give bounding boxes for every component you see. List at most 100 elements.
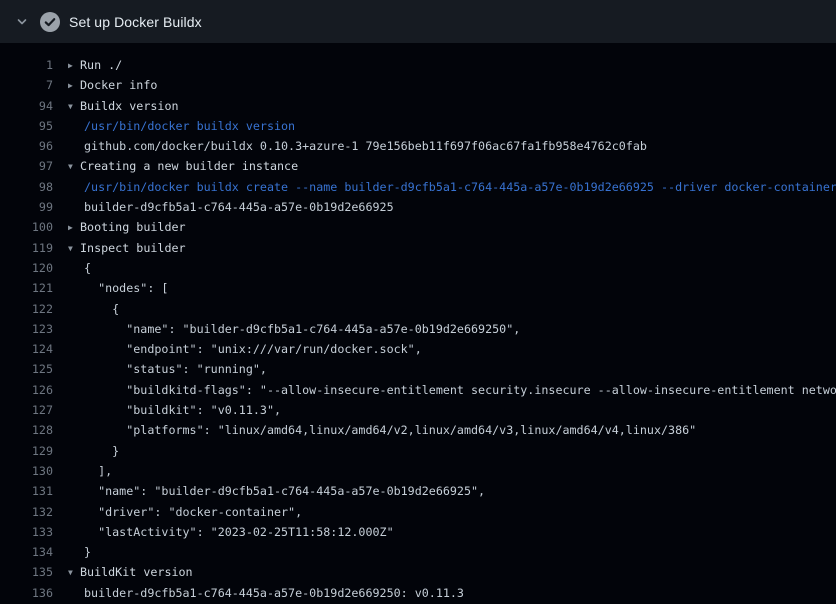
group-label: Buildx version [80, 99, 179, 113]
log-line: 124 "endpoint": "unix:///var/run/docker.… [0, 339, 836, 359]
output-text: "platforms": "linux/amd64,linux/amd64/v2… [68, 420, 696, 440]
log-group-toggle[interactable]: ▼Buildx version [68, 96, 179, 116]
line-number[interactable]: 130 [0, 461, 53, 481]
output-text: builder-d9cfb5a1-c764-445a-a57e-0b19d2e6… [68, 583, 464, 603]
triangle-down-icon: ▼ [68, 157, 80, 176]
log-line: 126 "buildkitd-flags": "--allow-insecure… [0, 380, 836, 400]
log-line: 128 "platforms": "linux/amd64,linux/amd6… [0, 420, 836, 440]
chevron-down-icon[interactable] [16, 16, 28, 28]
line-number[interactable]: 120 [0, 258, 53, 278]
output-text: "nodes": [ [68, 278, 168, 298]
group-label: Docker info [80, 78, 157, 92]
log-group-toggle[interactable]: ▶Booting builder [68, 217, 186, 237]
step-title: Set up Docker Buildx [69, 14, 202, 30]
log-group-toggle[interactable]: ▶Docker info [68, 75, 157, 95]
log-group-toggle[interactable]: ▼Inspect builder [68, 238, 186, 258]
output-text: "buildkitd-flags": "--allow-insecure-ent… [68, 380, 836, 400]
triangle-right-icon: ▶ [68, 218, 80, 237]
log-line: 1 ▶Run ./ [0, 55, 836, 75]
log-line: 97 ▼Creating a new builder instance [0, 156, 836, 176]
line-number[interactable]: 135 [0, 562, 53, 582]
log-line: 132 "driver": "docker-container", [0, 502, 836, 522]
log-line: 129 } [0, 441, 836, 461]
log-line: 96 github.com/docker/buildx 0.10.3+azure-… [0, 136, 836, 156]
line-number[interactable]: 95 [0, 116, 53, 136]
command-text: /usr/bin/docker buildx version [68, 116, 295, 136]
log-line: 127 "buildkit": "v0.11.3", [0, 400, 836, 420]
log-line: 121 "nodes": [ [0, 278, 836, 298]
command-text: /usr/bin/docker buildx create --name bui… [68, 177, 836, 197]
group-label: Booting builder [80, 220, 186, 234]
log-line: 7 ▶Docker info [0, 75, 836, 95]
output-text: builder-d9cfb5a1-c764-445a-a57e-0b19d2e6… [68, 197, 394, 217]
triangle-down-icon: ▼ [68, 239, 80, 258]
log-line: 131 "name": "builder-d9cfb5a1-c764-445a-… [0, 481, 836, 501]
log-line: 100 ▶Booting builder [0, 217, 836, 237]
log-group-toggle[interactable]: ▼BuildKit version [68, 562, 193, 582]
line-number[interactable]: 133 [0, 522, 53, 542]
log-line: 99 builder-d9cfb5a1-c764-445a-a57e-0b19d2… [0, 197, 836, 217]
line-number[interactable]: 99 [0, 197, 53, 217]
line-number[interactable]: 119 [0, 238, 53, 258]
output-text: "status": "running", [68, 359, 267, 379]
step-header[interactable]: Set up Docker Buildx [0, 0, 836, 43]
log-group-toggle[interactable]: ▼Creating a new builder instance [68, 156, 298, 176]
line-number[interactable]: 7 [0, 75, 53, 95]
output-text: "name": "builder-d9cfb5a1-c764-445a-a57e… [68, 481, 485, 501]
line-number[interactable]: 132 [0, 502, 53, 522]
line-number[interactable]: 128 [0, 420, 53, 440]
line-number[interactable]: 94 [0, 96, 53, 116]
log-line: 125 "status": "running", [0, 359, 836, 379]
log-line: 133 "lastActivity": "2023-02-25T11:58:12… [0, 522, 836, 542]
check-circle-icon [40, 12, 60, 32]
line-number[interactable]: 123 [0, 319, 53, 339]
log-line: 119 ▼Inspect builder [0, 238, 836, 258]
line-number[interactable]: 126 [0, 380, 53, 400]
line-number[interactable]: 129 [0, 441, 53, 461]
line-number[interactable]: 136 [0, 583, 53, 603]
output-text: github.com/docker/buildx 0.10.3+azure-1 … [68, 136, 647, 156]
triangle-down-icon: ▼ [68, 97, 80, 116]
log-line: 130 ], [0, 461, 836, 481]
group-label: Inspect builder [80, 241, 186, 255]
log-line: 94 ▼Buildx version [0, 96, 836, 116]
output-text: ], [68, 461, 112, 481]
output-text: { [68, 299, 119, 319]
line-number[interactable]: 97 [0, 156, 53, 176]
output-text: "buildkit": "v0.11.3", [68, 400, 281, 420]
triangle-down-icon: ▼ [68, 563, 80, 582]
line-number[interactable]: 98 [0, 177, 53, 197]
line-number[interactable]: 121 [0, 278, 53, 298]
triangle-right-icon: ▶ [68, 56, 80, 75]
output-text: "name": "builder-d9cfb5a1-c764-445a-a57e… [68, 319, 520, 339]
log-line: 123 "name": "builder-d9cfb5a1-c764-445a-… [0, 319, 836, 339]
line-number[interactable]: 124 [0, 339, 53, 359]
line-number[interactable]: 134 [0, 542, 53, 562]
log-line: 135 ▼BuildKit version [0, 562, 836, 582]
line-number[interactable]: 122 [0, 299, 53, 319]
line-number[interactable]: 100 [0, 217, 53, 237]
triangle-right-icon: ▶ [68, 76, 80, 95]
line-number[interactable]: 1 [0, 55, 53, 75]
log-view: 1▶Run ./7▶Docker info94▼Buildx version95… [0, 43, 836, 603]
output-text: } [68, 441, 119, 461]
log-line: 136 builder-d9cfb5a1-c764-445a-a57e-0b19d… [0, 583, 836, 603]
output-text: { [68, 258, 91, 278]
log-line: 122 { [0, 299, 836, 319]
group-label: BuildKit version [80, 565, 193, 579]
log-line: 120 { [0, 258, 836, 278]
line-number[interactable]: 125 [0, 359, 53, 379]
log-line: 134} [0, 542, 836, 562]
output-text: "driver": "docker-container", [68, 502, 302, 522]
log-line: 98/usr/bin/docker buildx create --name b… [0, 177, 836, 197]
log-line: 95/usr/bin/docker buildx version [0, 116, 836, 136]
output-text: "lastActivity": "2023-02-25T11:58:12.000… [68, 522, 394, 542]
group-label: Creating a new builder instance [80, 159, 298, 173]
line-number[interactable]: 131 [0, 481, 53, 501]
log-group-toggle[interactable]: ▶Run ./ [68, 55, 122, 75]
output-text: "endpoint": "unix:///var/run/docker.sock… [68, 339, 422, 359]
output-text: } [68, 542, 91, 562]
line-number[interactable]: 127 [0, 400, 53, 420]
group-label: Run ./ [80, 58, 122, 72]
line-number[interactable]: 96 [0, 136, 53, 156]
